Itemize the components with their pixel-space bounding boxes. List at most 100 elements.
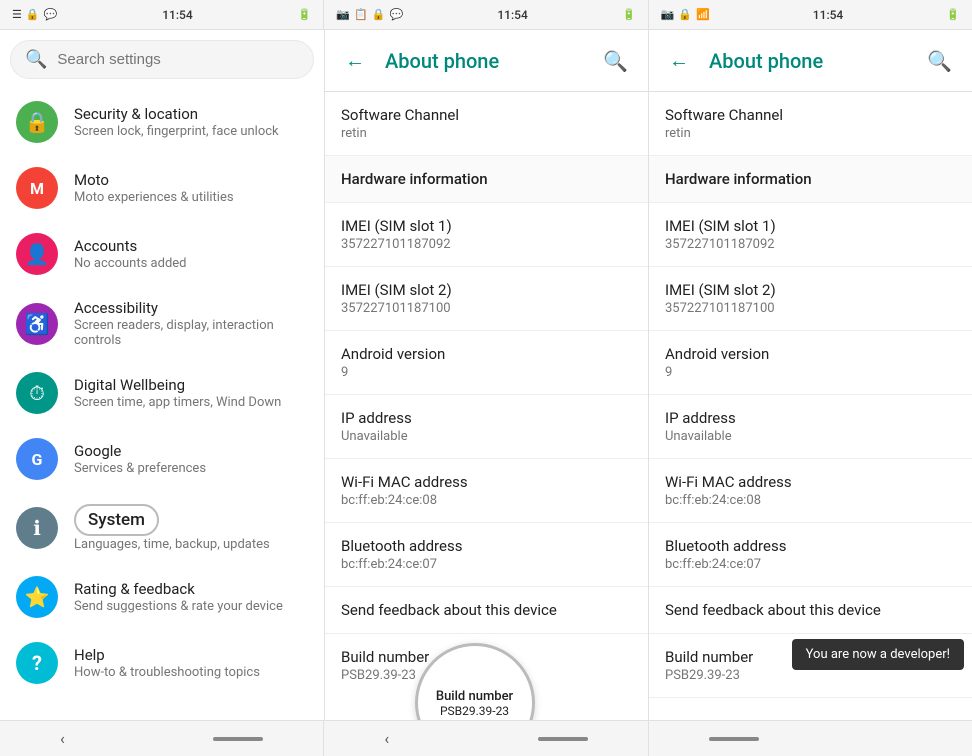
- feedback-label-right: Send feedback about this device: [665, 601, 956, 619]
- google-subtitle: Services & preferences: [74, 461, 308, 476]
- wifi-mac-item-mid[interactable]: Wi-Fi MAC address bc:ff:eb:24:ce:08: [325, 459, 648, 523]
- accessibility-icon: ♿: [16, 303, 58, 345]
- wifi-mac-item-right[interactable]: Wi-Fi MAC address bc:ff:eb:24:ce:08: [649, 459, 972, 523]
- panel-title-right: About phone: [709, 49, 923, 73]
- lock-icon-right: 🔒: [678, 8, 692, 21]
- moto-title: Moto: [74, 171, 308, 189]
- imei1-label-mid: IMEI (SIM slot 1): [341, 217, 632, 235]
- sidebar-item-accessibility[interactable]: ♿ Accessibility Screen readers, display,…: [0, 287, 324, 360]
- feedback-item-right[interactable]: Send feedback about this device: [649, 587, 972, 634]
- status-icons-left: ☰ 🔒 💬: [12, 8, 57, 21]
- nav-section-left: ‹: [0, 721, 324, 756]
- search-button-right[interactable]: 🔍: [923, 45, 956, 77]
- android-version-item-right[interactable]: Android version 9: [649, 331, 972, 395]
- status-time-right: 11:54: [813, 8, 843, 22]
- msg-icon: 💬: [44, 8, 58, 21]
- bluetooth-item-mid[interactable]: Bluetooth address bc:ff:eb:24:ce:07: [325, 523, 648, 587]
- sidebar-item-digital-wellbeing[interactable]: ⏱ Digital Wellbeing Screen time, app tim…: [0, 360, 324, 426]
- imei2-label-mid: IMEI (SIM slot 2): [341, 281, 632, 299]
- lock-icon: 🔒: [26, 8, 40, 21]
- build-circle-title: Build number: [436, 689, 513, 704]
- system-subtitle: Languages, time, backup, updates: [74, 537, 308, 552]
- status-time-left: 11:54: [162, 8, 192, 22]
- sidebar-item-security[interactable]: 🔒 Security & location Screen lock, finge…: [0, 89, 324, 155]
- status-bar: ☰ 🔒 💬 11:54 🔋 📷 📋 🔒 💬 11:54 🔋 📷 🔒 📶 11:5…: [0, 0, 972, 30]
- wifi-mac-label-mid: Wi-Fi MAC address: [341, 473, 632, 491]
- search-bar[interactable]: 🔍: [10, 40, 314, 79]
- developer-toast: You are now a developer!: [792, 639, 964, 670]
- digital-wellbeing-icon: ⏱: [16, 372, 58, 414]
- security-title: Security & location: [74, 105, 308, 123]
- nav-pill-right: [709, 737, 759, 741]
- wifi-mac-value-mid: bc:ff:eb:24:ce:08: [341, 493, 632, 508]
- sidebar-item-help[interactable]: ? Help How-to & troubleshooting topics: [0, 630, 324, 696]
- bluetooth-item-right[interactable]: Bluetooth address bc:ff:eb:24:ce:07: [649, 523, 972, 587]
- imei2-item-mid[interactable]: IMEI (SIM slot 2) 357227101187100: [325, 267, 648, 331]
- ip-address-value-mid: Unavailable: [341, 429, 632, 444]
- panel-title-middle: About phone: [385, 49, 599, 73]
- notification-icon: ☰: [12, 8, 22, 21]
- lock-icon-mid: 🔒: [372, 8, 386, 21]
- software-channel-item-right[interactable]: Software Channel retin: [649, 92, 972, 156]
- hardware-info-item-right: Hardware information: [649, 156, 972, 203]
- about-panel-middle: ← About phone 🔍 Software Channel retin H…: [325, 30, 649, 720]
- accounts-subtitle: No accounts added: [74, 256, 308, 271]
- panel-content-middle: Software Channel retin Hardware informat…: [325, 92, 648, 720]
- panel-header-right: ← About phone 🔍: [649, 30, 972, 92]
- battery-icon-right: 🔋: [946, 8, 960, 21]
- nav-back-left[interactable]: ‹: [60, 729, 65, 748]
- ip-address-value-right: Unavailable: [665, 429, 956, 444]
- sidebar-item-system[interactable]: ℹ System Languages, time, backup, update…: [0, 492, 324, 564]
- android-version-item-mid[interactable]: Android version 9: [325, 331, 648, 395]
- panel-content-right: Software Channel retin Hardware informat…: [649, 92, 972, 720]
- status-panel-left: ☰ 🔒 💬 11:54 🔋: [0, 0, 324, 29]
- ip-address-item-mid[interactable]: IP address Unavailable: [325, 395, 648, 459]
- bluetooth-label-mid: Bluetooth address: [341, 537, 632, 555]
- sidebar-item-accounts[interactable]: 👤 Accounts No accounts added: [0, 221, 324, 287]
- main-layout: 🔍 🔒 Security & location Screen lock, fin…: [0, 30, 972, 720]
- android-version-label-mid: Android version: [341, 345, 632, 363]
- system-icon: ℹ: [16, 507, 58, 549]
- rating-title: Rating & feedback: [74, 580, 308, 598]
- status-panel-right: 📷 🔒 📶 11:54 🔋: [649, 0, 972, 29]
- search-button-middle[interactable]: 🔍: [599, 45, 632, 77]
- digital-wellbeing-title: Digital Wellbeing: [74, 376, 308, 394]
- rating-subtitle: Send suggestions & rate your device: [74, 599, 308, 614]
- status-right-icons-left: 🔋: [298, 8, 312, 21]
- accounts-title: Accounts: [74, 237, 308, 255]
- bluetooth-value-right: bc:ff:eb:24:ce:07: [665, 557, 956, 572]
- accessibility-subtitle: Screen readers, display, interaction con…: [74, 318, 308, 348]
- google-title: Google: [74, 442, 308, 460]
- back-button-middle[interactable]: ←: [341, 44, 369, 77]
- sidebar-item-moto[interactable]: M Moto Moto experiences & utilities: [0, 155, 324, 221]
- status-right-icons-right: 🔋: [946, 8, 960, 21]
- nav-back-mid[interactable]: ‹: [384, 729, 389, 748]
- google-icon: G: [16, 438, 58, 480]
- ip-address-item-right[interactable]: IP address Unavailable: [649, 395, 972, 459]
- back-button-right[interactable]: ←: [665, 44, 693, 77]
- nav-pill-mid: [538, 737, 588, 741]
- search-icon: 🔍: [25, 49, 47, 70]
- settings-list: 🔒 Security & location Screen lock, finge…: [0, 89, 324, 720]
- imei1-item-mid[interactable]: IMEI (SIM slot 1) 357227101187092: [325, 203, 648, 267]
- wifi-mac-value-right: bc:ff:eb:24:ce:08: [665, 493, 956, 508]
- status-time-mid: 11:54: [497, 8, 527, 22]
- imei2-item-right[interactable]: IMEI (SIM slot 2) 357227101187100: [649, 267, 972, 331]
- settings-panel: 🔍 🔒 Security & location Screen lock, fin…: [0, 30, 325, 720]
- software-channel-item-mid[interactable]: Software Channel retin: [325, 92, 648, 156]
- sidebar-item-rating[interactable]: ⭐ Rating & feedback Send suggestions & r…: [0, 564, 324, 630]
- imei1-item-right[interactable]: IMEI (SIM slot 1) 357227101187092: [649, 203, 972, 267]
- feedback-item-mid[interactable]: Send feedback about this device: [325, 587, 648, 634]
- imei2-label-right: IMEI (SIM slot 2): [665, 281, 956, 299]
- search-input[interactable]: [57, 51, 299, 68]
- clip-icon: 📋: [354, 8, 368, 21]
- android-version-label-right: Android version: [665, 345, 956, 363]
- sidebar-item-google[interactable]: G Google Services & preferences: [0, 426, 324, 492]
- imei2-value-right: 357227101187100: [665, 301, 956, 316]
- software-channel-label-right: Software Channel: [665, 106, 956, 124]
- hardware-info-label-mid: Hardware information: [341, 170, 632, 188]
- hardware-info-label-right: Hardware information: [665, 170, 956, 188]
- about-panel-right: ← About phone 🔍 Software Channel retin H…: [649, 30, 972, 720]
- panel-header-middle: ← About phone 🔍: [325, 30, 648, 92]
- build-number-item-mid[interactable]: Build number PSB29.39-23 Build number PS…: [325, 634, 648, 720]
